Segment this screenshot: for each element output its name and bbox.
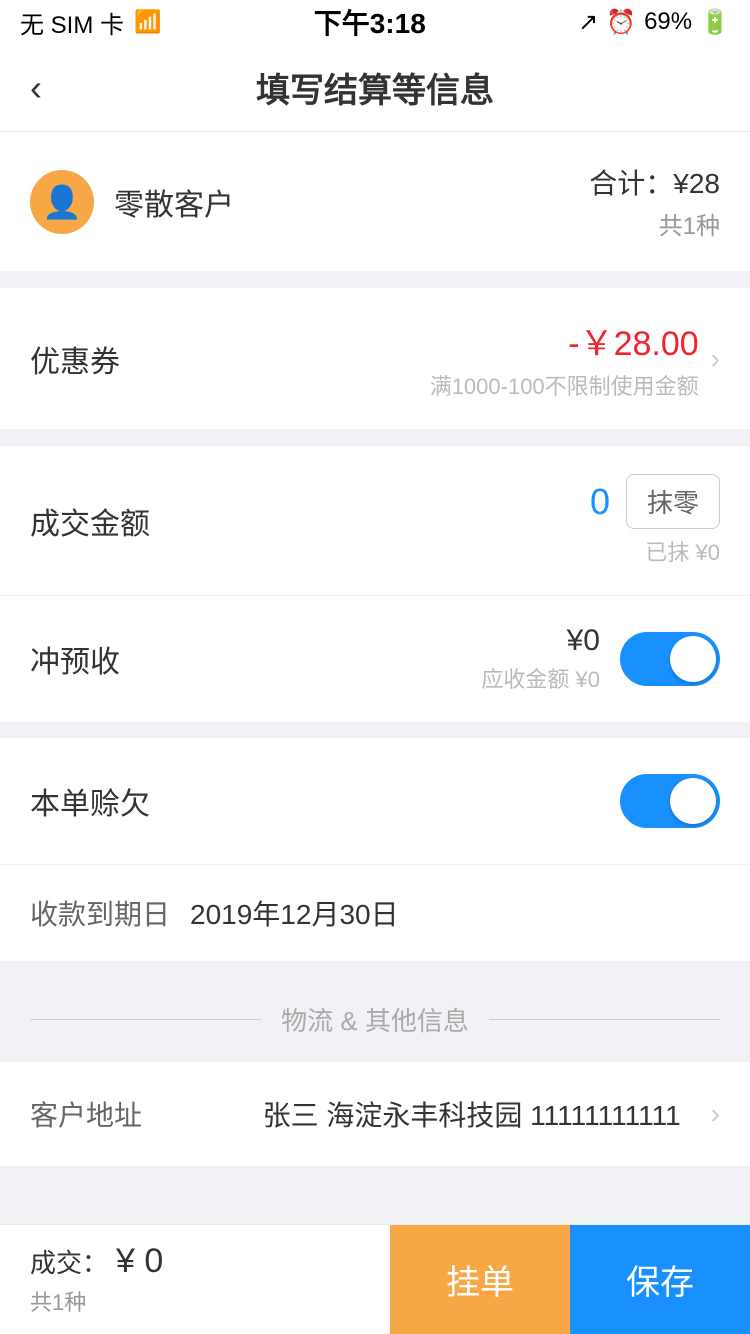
address-value: 张三 海淀永丰科技园 11111111111 xyxy=(162,1094,691,1134)
toggle-knob xyxy=(670,636,716,682)
due-date-row[interactable]: 收款到期日 2019年12月30日 xyxy=(0,864,750,961)
save-button[interactable]: 保存 xyxy=(570,1225,750,1334)
avatar-icon: 👤 xyxy=(42,183,82,221)
transaction-value[interactable]: 0 xyxy=(550,481,610,523)
bottom-count: 共1种 xyxy=(30,1285,360,1317)
deal-label: 成交： xyxy=(30,1243,108,1280)
avatar: 👤 xyxy=(30,170,94,234)
status-left: 无 SIM 卡 📶 xyxy=(20,5,161,40)
coupon-row[interactable]: 优惠券 -￥28.00 满1000-100不限制使用金额 › xyxy=(0,287,750,429)
debit-label: 本单赊欠 xyxy=(30,779,150,823)
customer-row: 👤 零散客户 合计：¥28 共1种 xyxy=(0,132,750,271)
precollect-row: 冲预收 ¥0 应收金额 ¥0 xyxy=(0,595,750,722)
precollect-label: 冲预收 xyxy=(30,637,120,681)
battery-label: 69% xyxy=(644,8,692,36)
customer-name: 零散客户 xyxy=(114,180,234,224)
debit-toggle[interactable] xyxy=(620,774,720,828)
alarm-icon: ⏰ xyxy=(606,8,636,37)
back-button[interactable]: ‹ xyxy=(30,67,42,109)
customer-section: 👤 零散客户 合计：¥28 共1种 xyxy=(0,132,750,271)
debit-section: 本单赊欠 收款到期日 2019年12月30日 xyxy=(0,738,750,961)
customer-left: 👤 零散客户 xyxy=(30,170,234,234)
logistics-header: 物流 & 其他信息 xyxy=(0,977,750,1062)
hang-button[interactable]: 挂单 xyxy=(390,1225,570,1334)
transaction-right: 0 抹零 已抹 ¥0 xyxy=(550,474,720,567)
coupon-label: 优惠券 xyxy=(30,337,120,381)
bottom-bar: 成交： ¥ 0 共1种 挂单 保存 xyxy=(0,1224,750,1334)
status-bar: 无 SIM 卡 📶 下午3:18 ↗ ⏰ 69% 🔋 xyxy=(0,0,750,44)
logistics-label: 物流 & 其他信息 xyxy=(281,1001,469,1038)
due-date-label: 收款到期日 xyxy=(30,893,170,933)
transaction-label: 成交金额 xyxy=(30,499,150,543)
total-amount: 合计：¥28 xyxy=(589,162,720,202)
coupon-amount: -￥28.00 xyxy=(430,316,699,365)
wifi-icon: 📶 xyxy=(134,9,161,35)
battery-icon: 🔋 xyxy=(700,8,730,37)
address-section[interactable]: 客户地址 张三 海淀永丰科技园 11111111111 › xyxy=(0,1062,750,1166)
carrier-label: 无 SIM 卡 xyxy=(20,5,124,40)
chevron-right-icon: › xyxy=(711,343,720,375)
status-right: ↗ ⏰ 69% 🔋 xyxy=(578,8,730,37)
location-icon: ↗ xyxy=(578,8,598,37)
deal-amount: ¥ 0 xyxy=(116,1242,163,1281)
bottom-deal: 成交： ¥ 0 xyxy=(30,1242,360,1281)
coupon-desc: 满1000-100不限制使用金额 xyxy=(430,369,699,401)
bottom-summary: 成交： ¥ 0 共1种 xyxy=(0,1242,390,1317)
address-label: 客户地址 xyxy=(30,1094,142,1134)
precollect-amounts: ¥0 应收金额 ¥0 xyxy=(481,624,600,694)
status-time: 下午3:18 xyxy=(314,2,426,42)
total-count: 共1种 xyxy=(589,206,720,241)
coupon-right-col: -￥28.00 满1000-100不限制使用金额 xyxy=(430,316,699,401)
already-rounded: 已抹 ¥0 xyxy=(550,535,720,567)
coupon-section[interactable]: 优惠券 -￥28.00 满1000-100不限制使用金额 › xyxy=(0,287,750,429)
precollect-sub: 应收金额 ¥0 xyxy=(481,662,600,694)
customer-summary: 合计：¥28 共1种 xyxy=(589,162,720,241)
logistics-line-left xyxy=(30,1019,261,1020)
round-button[interactable]: 抹零 xyxy=(626,474,720,529)
debit-row: 本单赊欠 xyxy=(0,738,750,864)
transaction-row: 成交金额 0 抹零 已抹 ¥0 xyxy=(0,445,750,595)
logistics-line-right xyxy=(489,1019,720,1020)
transaction-section: 成交金额 0 抹零 已抹 ¥0 冲预收 ¥0 应收金额 ¥0 xyxy=(0,445,750,722)
address-chevron-icon: › xyxy=(711,1098,720,1130)
page-title: 填写结算等信息 xyxy=(256,63,494,112)
coupon-right: -￥28.00 满1000-100不限制使用金额 › xyxy=(430,316,720,401)
precollect-right: ¥0 应收金额 ¥0 xyxy=(481,624,720,694)
nav-bar: ‹ 填写结算等信息 xyxy=(0,44,750,132)
amount-input-area: 0 抹零 xyxy=(550,474,720,529)
precollect-toggle[interactable] xyxy=(620,632,720,686)
address-row[interactable]: 客户地址 张三 海淀永丰科技园 11111111111 › xyxy=(0,1062,750,1166)
precollect-main: ¥0 xyxy=(481,624,600,658)
due-date-value[interactable]: 2019年12月30日 xyxy=(190,893,399,933)
debit-toggle-knob xyxy=(670,778,716,824)
